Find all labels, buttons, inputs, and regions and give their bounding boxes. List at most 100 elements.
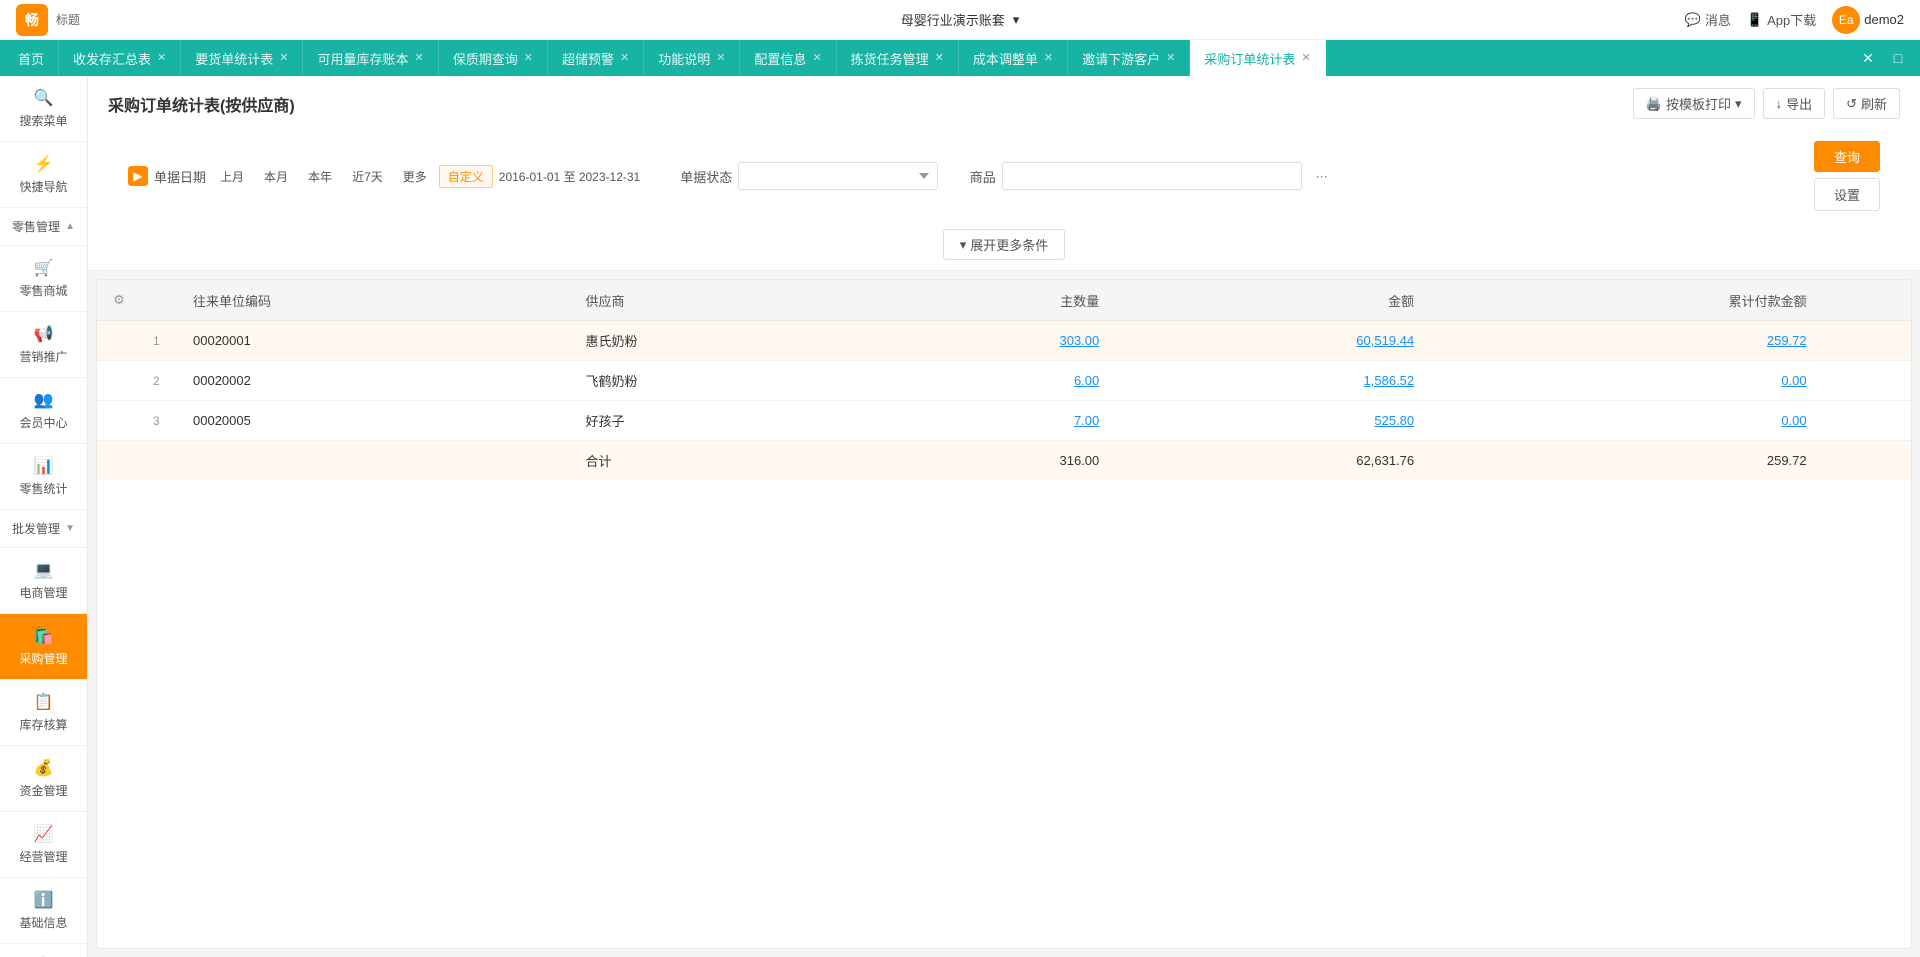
workspace-selector[interactable]: 母婴行业演示账套 ▾ (901, 10, 1020, 29)
shortcut-7days[interactable]: 近7天 (344, 166, 391, 187)
expand-more-button[interactable]: ▾ 展开更多条件 (943, 229, 1066, 260)
tab-cost-adjust[interactable]: 成本调整单 ✕ (959, 40, 1068, 76)
unit-code-col-header: 往来单位编码 (181, 280, 573, 321)
message-icon: 💬 (1685, 12, 1701, 28)
shortcut-last-month[interactable]: 上月 (212, 166, 252, 187)
sidebar-item-inventory[interactable]: 📋 库存核算 (0, 680, 87, 746)
close-icon[interactable]: ✕ (1044, 53, 1053, 64)
close-tab-button[interactable]: ✕ (1854, 44, 1882, 72)
paid-col-header: 累计付款金额 (1426, 280, 1818, 321)
goods-search-input[interactable] (1002, 162, 1302, 190)
sidebar-item-retail-mgmt[interactable]: 零售管理 ▲ (0, 208, 87, 246)
sidebar-item-operations[interactable]: 📈 经营管理 (0, 812, 87, 878)
sidebar-item-basic-info[interactable]: ℹ️ 基础信息 (0, 878, 87, 944)
table-row: 1 00020001 惠氏奶粉 303.00 60,519.44 259.72 (97, 321, 1911, 361)
supplier-1: 惠氏奶粉 (573, 321, 865, 361)
paid-3[interactable]: 0.00 (1426, 401, 1818, 441)
refresh-button[interactable]: ↺ 刷新 (1833, 88, 1900, 119)
sidebar-item-search[interactable]: 🔍 搜索菜单 (0, 76, 87, 142)
sidebar-item-purchase-mgmt[interactable]: 🛍️ 采购管理 (0, 614, 87, 680)
sidebar-item-retail-mall[interactable]: 🛒 零售商城 (0, 246, 87, 312)
app-download-button[interactable]: 📱 App下载 (1747, 10, 1816, 29)
operations-icon: 📈 (34, 824, 54, 844)
tab-home[interactable]: 首页 (4, 40, 59, 76)
sidebar-item-marketing[interactable]: 📢 营销推广 (0, 312, 87, 378)
tab-invite-customer[interactable]: 邀请下游客户 ✕ (1068, 40, 1190, 76)
extra-1 (1819, 321, 1911, 361)
close-icon[interactable]: ✕ (415, 53, 424, 64)
footer-empty-3 (181, 441, 573, 481)
message-button[interactable]: 💬 消息 (1685, 10, 1731, 29)
date-shortcuts: 上月 本月 本年 近7天 更多 自定义 (212, 165, 493, 188)
supplier-3: 好孩子 (573, 401, 865, 441)
tab-config[interactable]: 配置信息 ✕ (740, 40, 836, 76)
setting-button[interactable]: 设置 (1814, 178, 1880, 211)
tab-inventory-ledger[interactable]: 可用量库存账本 ✕ (303, 40, 438, 76)
close-icon[interactable]: ✕ (1301, 53, 1310, 64)
row-index-3: 3 (141, 401, 181, 441)
chevron-up-icon: ▲ (65, 221, 75, 232)
download-icon: 📱 (1747, 12, 1763, 28)
close-icon[interactable]: ✕ (620, 53, 629, 64)
unit-code-2: 00020002 (181, 361, 573, 401)
main-layout: 🔍 搜索菜单 ⚡ 快捷导航 零售管理 ▲ 🛒 零售商城 📢 营销推广 👥 会员中… (0, 76, 1920, 957)
paid-2[interactable]: 0.00 (1426, 361, 1818, 401)
ecommerce-icon: 💻 (34, 560, 54, 580)
sidebar-item-wholesale-mgmt[interactable]: 批发管理 ▼ (0, 510, 87, 548)
page-header: 采购订单统计表(按供应商) 🖨️ 按模板打印 ▾ ↓ 导出 (88, 76, 1920, 271)
paid-1[interactable]: 259.72 (1426, 321, 1818, 361)
sidebar-item-system[interactable]: ⚙️ 系统管理 (0, 944, 87, 957)
quantity-1[interactable]: 303.00 (866, 321, 1111, 361)
amount-1[interactable]: 60,519.44 (1111, 321, 1426, 361)
sidebar-item-finance[interactable]: 💰 资金管理 (0, 746, 87, 812)
sidebar-item-ecommerce[interactable]: 💻 电商管理 (0, 548, 87, 614)
close-icon[interactable]: ✕ (716, 53, 725, 64)
tab-overstock-warning[interactable]: 超储预警 ✕ (548, 40, 644, 76)
tab-order-stats[interactable]: 要货单统计表 ✕ (181, 40, 303, 76)
query-button[interactable]: 查询 (1814, 141, 1880, 172)
unit-code-3: 00020005 (181, 401, 573, 441)
supplier-2: 飞鹤奶粉 (573, 361, 865, 401)
close-icon[interactable]: ✕ (524, 53, 533, 64)
tab-expiry-query[interactable]: 保质期查询 ✕ (439, 40, 548, 76)
shortcut-this-year[interactable]: 本年 (300, 166, 340, 187)
close-icon[interactable]: ✕ (1166, 53, 1175, 64)
expand-arrow-button[interactable]: ▶ (128, 166, 148, 186)
status-select[interactable] (738, 162, 938, 190)
tab-pick-task[interactable]: 拣货任务管理 ✕ (837, 40, 959, 76)
table-body: 1 00020001 惠氏奶粉 303.00 60,519.44 259.72 … (97, 321, 1911, 441)
sidebar-item-member-center[interactable]: 👥 会员中心 (0, 378, 87, 444)
tab-function-desc[interactable]: 功能说明 ✕ (644, 40, 740, 76)
footer-label: 合计 (573, 441, 865, 481)
header-actions: 🖨️ 按模板打印 ▾ ↓ 导出 ↺ 刷新 (1633, 88, 1900, 119)
quantity-3[interactable]: 7.00 (866, 401, 1111, 441)
search-icon: 🔍 (34, 88, 54, 108)
shortcut-this-month[interactable]: 本月 (256, 166, 296, 187)
chevron-down-icon: ▾ (960, 237, 967, 253)
amount-2[interactable]: 1,586.52 (1111, 361, 1426, 401)
settings-icon[interactable]: ⚙ (109, 290, 129, 310)
sidebar-item-retail-stats[interactable]: 📊 零售统计 (0, 444, 87, 510)
logo-area: 畅 标题 (16, 4, 80, 36)
close-icon[interactable]: ✕ (279, 53, 288, 64)
quantity-2[interactable]: 6.00 (866, 361, 1111, 401)
close-icon[interactable]: ✕ (157, 53, 166, 64)
export-icon: ↓ (1776, 96, 1783, 111)
template-print-button[interactable]: 🖨️ 按模板打印 ▾ (1633, 88, 1755, 119)
close-icon[interactable]: ✕ (812, 53, 821, 64)
shortcut-more[interactable]: 更多 (395, 166, 435, 187)
members-icon: 👥 (34, 390, 54, 410)
table-header-row: ⚙ 往来单位编码 供应商 主数量 金额 累计付款金额 (97, 280, 1911, 321)
more-options-button[interactable]: ··· (1308, 167, 1336, 185)
amount-3[interactable]: 525.80 (1111, 401, 1426, 441)
tab-collection-summary[interactable]: 收发存汇总表 ✕ (59, 40, 181, 76)
close-icon[interactable]: ✕ (935, 53, 944, 64)
export-button[interactable]: ↓ 导出 (1763, 88, 1826, 119)
maximize-button[interactable]: □ (1884, 44, 1912, 72)
tab-purchase-order-stats[interactable]: 采购订单统计表 ✕ (1190, 40, 1325, 76)
custom-date-badge[interactable]: 自定义 (439, 165, 493, 188)
filter-bar: ▶ 单据日期 上月 本月 本年 近7天 更多 自定义 2016-01-01 至 … (128, 131, 1880, 221)
marketing-icon: 📢 (34, 324, 54, 344)
user-profile[interactable]: Ea demo2 (1832, 6, 1904, 34)
sidebar-item-quicknav[interactable]: ⚡ 快捷导航 (0, 142, 87, 208)
